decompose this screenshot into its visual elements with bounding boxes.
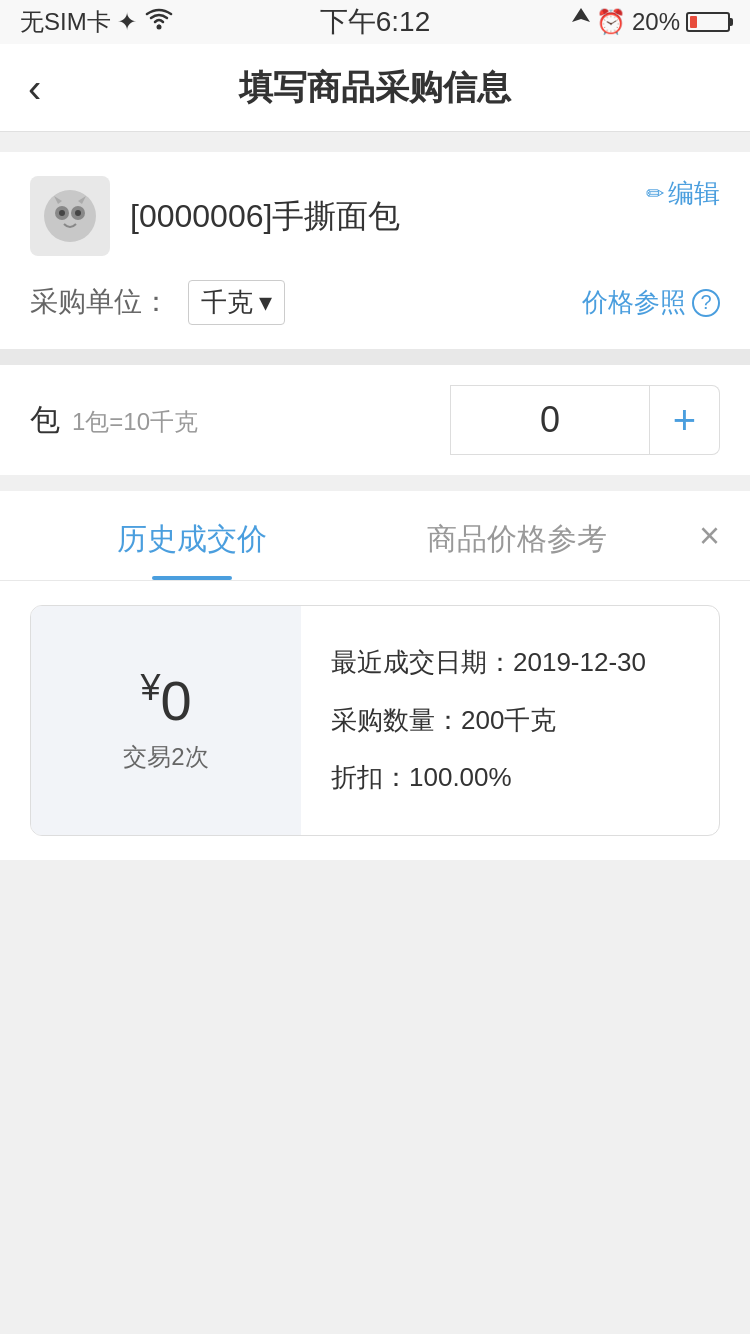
page-title: 填写商品采购信息 xyxy=(239,65,511,111)
purchase-row: 采购单位： 千克 ▾ 价格参照 ? xyxy=(30,280,720,325)
quantity-label-block: 包 1包=10千克 xyxy=(30,400,198,441)
price-ref-button[interactable]: 价格参照 ? xyxy=(582,285,720,320)
recent-date-row: 最近成交日期：2019-12-30 xyxy=(331,642,689,684)
trade-count: 交易2次 xyxy=(123,741,208,773)
currency-symbol: ¥ xyxy=(140,667,160,708)
purchase-qty-row: 采购数量：200千克 xyxy=(331,700,689,742)
recent-date-value: 2019-12-30 xyxy=(513,647,646,677)
price-value: 0 xyxy=(160,668,191,731)
status-time: 下午6:12 xyxy=(320,3,431,41)
purchase-unit-block: 采购单位： 千克 ▾ xyxy=(30,280,285,325)
edit-label: 编辑 xyxy=(668,176,720,211)
battery-percent-text: 20% xyxy=(632,8,680,36)
product-name: [0000006]手撕面包 xyxy=(130,194,400,239)
purchase-unit-value: 千克 xyxy=(201,285,253,320)
purchase-qty-value: 200千克 xyxy=(461,705,556,735)
tab-product-price-ref[interactable]: 商品价格参考 xyxy=(354,491,678,580)
alarm-icon: ⏰ xyxy=(596,8,626,36)
quantity-unit: 包 xyxy=(30,400,60,441)
section-divider xyxy=(0,349,750,365)
carrier-text: 无SIM卡 ✦ xyxy=(20,6,137,38)
quantity-conversion: 1包=10千克 xyxy=(72,406,198,438)
quantity-input[interactable] xyxy=(450,385,650,455)
location-icon xyxy=(572,8,590,36)
status-left: 无SIM卡 ✦ xyxy=(20,6,173,38)
tab-history-price-label: 历史成交价 xyxy=(117,522,267,555)
svg-point-0 xyxy=(157,25,162,30)
svg-point-1 xyxy=(44,190,96,242)
wifi-icon xyxy=(145,8,173,36)
price-right-block: 最近成交日期：2019-12-30 采购数量：200千克 折扣：100.00% xyxy=(301,606,719,835)
price-panel: ¥0 交易2次 最近成交日期：2019-12-30 采购数量：200千克 折扣：… xyxy=(0,581,750,860)
discount-label: 折扣： xyxy=(331,762,409,792)
edit-button[interactable]: ✏ 编辑 xyxy=(646,176,720,211)
tab-product-price-ref-label: 商品价格参考 xyxy=(427,522,607,555)
price-ref-label: 价格参照 xyxy=(582,285,686,320)
tabs-container: 历史成交价 商品价格参考 × xyxy=(0,491,750,581)
product-thumbnail xyxy=(30,176,110,256)
help-icon: ? xyxy=(692,289,720,317)
discount-row: 折扣：100.00% xyxy=(331,757,689,799)
quantity-plus-button[interactable]: + xyxy=(650,385,720,455)
price-left-block: ¥0 交易2次 xyxy=(31,606,301,835)
status-right: ⏰ 20% xyxy=(572,8,730,36)
product-card: [0000006]手撕面包 ✏ 编辑 采购单位： 千克 ▾ 价格参照 ? xyxy=(0,152,750,349)
edit-icon: ✏ xyxy=(646,181,664,207)
svg-point-4 xyxy=(59,210,65,216)
chevron-down-icon: ▾ xyxy=(259,287,272,318)
discount-value: 100.00% xyxy=(409,762,512,792)
product-left: [0000006]手撕面包 xyxy=(30,176,400,256)
quantity-row: 包 1包=10千克 + xyxy=(0,365,750,475)
recent-date-label: 最近成交日期： xyxy=(331,647,513,677)
status-bar: 无SIM卡 ✦ 下午6:12 ⏰ 20% xyxy=(0,0,750,44)
tab-history-price[interactable]: 历史成交价 xyxy=(30,491,354,580)
svg-point-5 xyxy=(75,210,81,216)
tab-close-button[interactable]: × xyxy=(679,505,720,567)
product-header: [0000006]手撕面包 ✏ 编辑 xyxy=(30,176,720,256)
quantity-input-block: + xyxy=(450,385,720,455)
nav-bar: ‹ 填写商品采购信息 xyxy=(0,44,750,132)
price-amount: ¥0 xyxy=(140,668,191,731)
back-button[interactable]: ‹ xyxy=(28,68,41,108)
price-card: ¥0 交易2次 最近成交日期：2019-12-30 采购数量：200千克 折扣：… xyxy=(30,605,720,836)
purchase-unit-label: 采购单位： xyxy=(30,286,170,317)
bottom-space xyxy=(0,860,750,1334)
battery-icon xyxy=(686,12,730,32)
purchase-unit-select[interactable]: 千克 ▾ xyxy=(188,280,285,325)
purchase-qty-label: 采购数量： xyxy=(331,705,461,735)
